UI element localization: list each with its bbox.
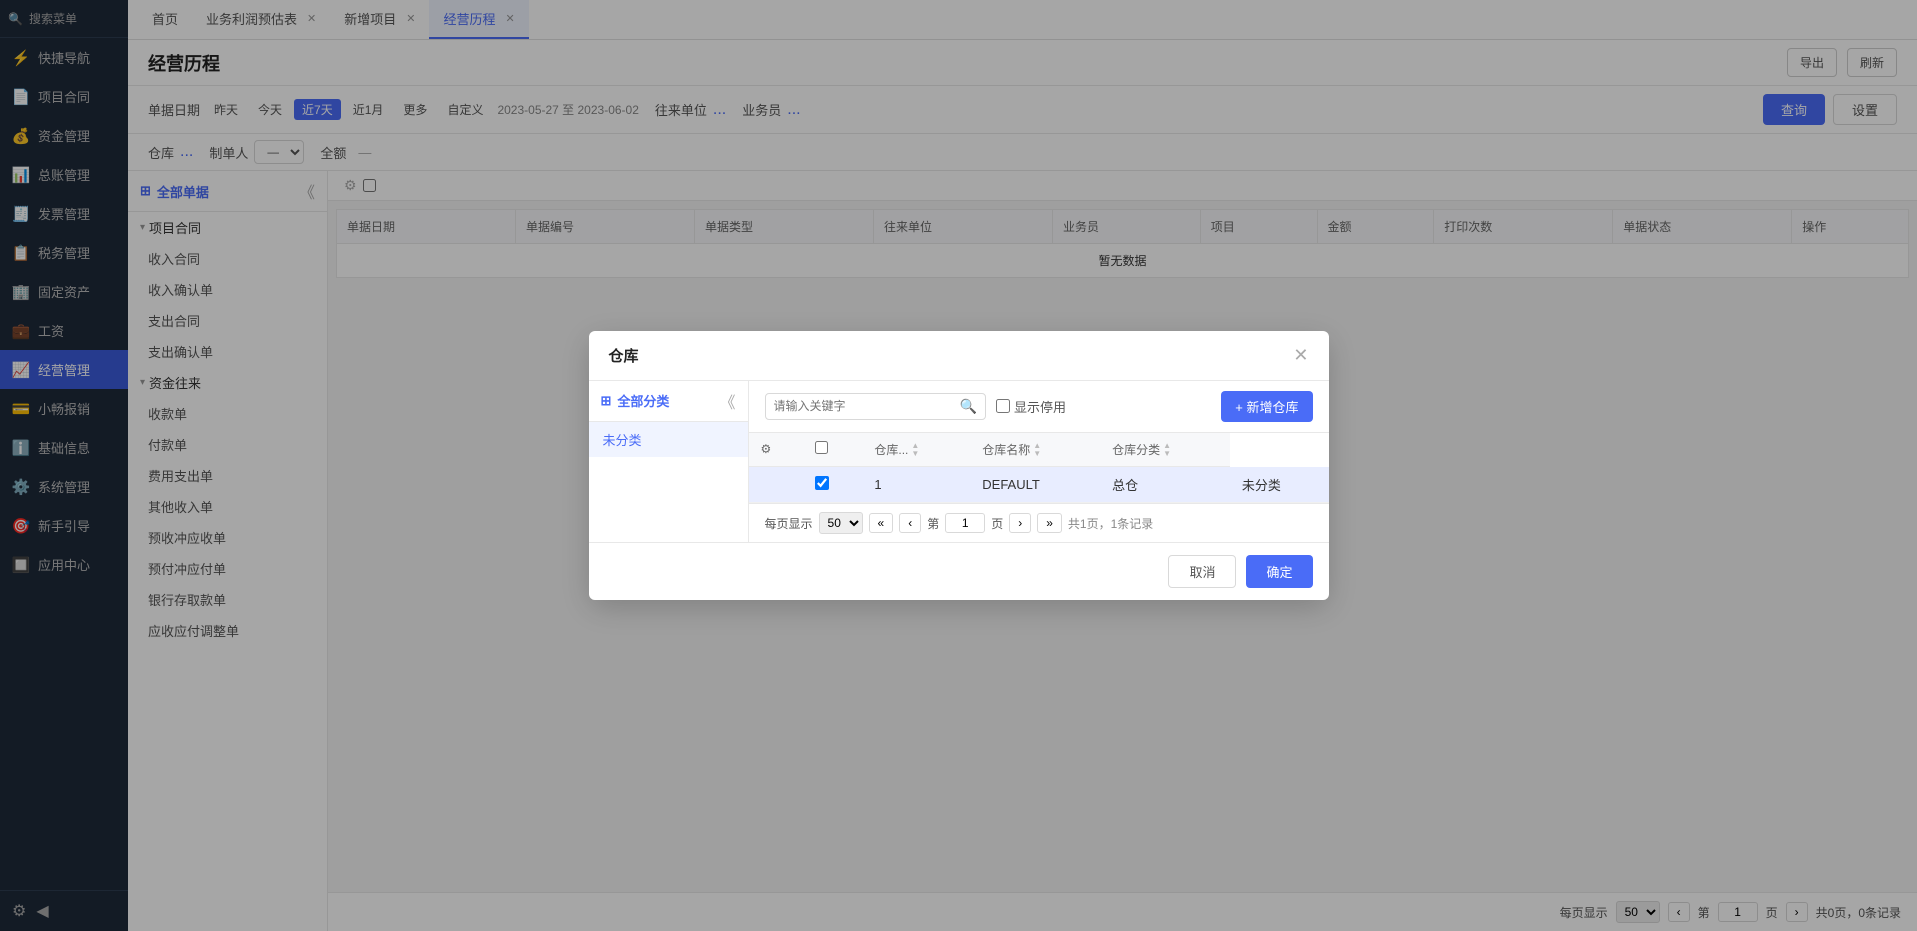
modal-actions: 取消 确定 [589, 542, 1329, 600]
modal-toolbar: 🔍 显示停用 + 新增仓库 [749, 381, 1329, 433]
modal-left-header: ⊞ 全部分类 《 [589, 381, 748, 422]
add-warehouse-button[interactable]: + 新增仓库 [1221, 391, 1312, 422]
show-disabled-label: 显示停用 [1014, 397, 1066, 416]
modal-left-collapse-btn[interactable]: 《 [719, 389, 735, 413]
modal-all-category: ⊞ 全部分类 [601, 391, 670, 410]
modal-close-btn[interactable]: ✕ [1293, 345, 1308, 366]
modal-pagination: 每页显示 50 « ‹ 第 页 › » 共1页，1条记录 [765, 512, 1154, 534]
modal-header: 仓库 ✕ [589, 331, 1329, 381]
row-code-cell: DEFAULT [970, 467, 1100, 503]
modal-search-input[interactable] [774, 399, 954, 413]
modal-col-checkbox [803, 433, 862, 467]
category-grid-icon: ⊞ [601, 393, 612, 409]
cancel-button[interactable]: 取消 [1168, 555, 1236, 588]
row-id-cell: 1 [862, 467, 970, 503]
modal-first-page-btn[interactable]: « [869, 513, 894, 533]
modal-category-item[interactable]: 未分类 [589, 422, 748, 457]
modal-next-page-btn[interactable]: › [1009, 513, 1031, 533]
modal-prev-page-btn[interactable]: ‹ [899, 513, 921, 533]
row-name-cell: 总仓 [1100, 467, 1230, 503]
modal-page-label: 第 [927, 515, 939, 532]
modal-search-icon: 🔍 [960, 398, 977, 415]
sort-icon: ▲▼ [911, 442, 919, 458]
row-gear-cell [749, 467, 803, 503]
row-category-cell: 未分类 [1230, 467, 1329, 503]
modal-page-suffix: 页 [991, 515, 1003, 532]
modal-table-row[interactable]: 1 DEFAULT 总仓 未分类 [749, 467, 1329, 503]
modal-col-code[interactable]: 仓库...▲▼ [862, 433, 970, 467]
modal-col-settings: ⚙ [749, 433, 803, 467]
row-checkbox[interactable] [815, 476, 829, 490]
show-disabled-checkbox[interactable] [996, 399, 1010, 413]
modal-left-items: 未分类 [589, 422, 748, 457]
sort-icon: ▲▼ [1163, 442, 1171, 458]
sort-icon: ▲▼ [1033, 442, 1041, 458]
modal-col-name[interactable]: 仓库名称▲▼ [970, 433, 1100, 467]
modal-table: ⚙ 仓库...▲▼仓库名称▲▼仓库分类▲▼ 1 DEFAULT 总仓 未分类 [749, 433, 1329, 504]
confirm-button[interactable]: 确定 [1246, 555, 1312, 588]
modal-overlay: 仓库 ✕ ⊞ 全部分类 《 未分类 [0, 0, 1917, 931]
modal-title: 仓库 [609, 345, 639, 366]
modal-per-page-label: 每页显示 [765, 515, 813, 532]
modal-footer: 每页显示 50 « ‹ 第 页 › » 共1页，1条记录 [749, 503, 1329, 542]
modal-last-page-btn[interactable]: » [1037, 513, 1062, 533]
modal-left-panel: ⊞ 全部分类 《 未分类 [589, 381, 749, 543]
all-category-label: 全部分类 [617, 391, 669, 410]
modal-page-input[interactable] [945, 513, 985, 533]
modal-col-gear-icon[interactable]: ⚙ [761, 442, 772, 456]
show-disabled-container: 显示停用 [996, 397, 1066, 416]
modal-per-page-select[interactable]: 50 [819, 512, 863, 534]
modal-right-panel: 🔍 显示停用 + 新增仓库 ⚙ 仓库...▲▼仓库名称▲▼仓库分类▲▼ [749, 381, 1329, 543]
modal-col-category[interactable]: 仓库分类▲▼ [1100, 433, 1230, 467]
warehouse-modal: 仓库 ✕ ⊞ 全部分类 《 未分类 [589, 331, 1329, 601]
modal-search-box: 🔍 [765, 393, 986, 420]
modal-body: ⊞ 全部分类 《 未分类 🔍 [589, 381, 1329, 543]
modal-table-wrapper: ⚙ 仓库...▲▼仓库名称▲▼仓库分类▲▼ 1 DEFAULT 总仓 未分类 [749, 433, 1329, 504]
modal-select-all[interactable] [815, 441, 828, 454]
row-checkbox-cell[interactable] [803, 467, 862, 503]
modal-total-records: 共1页，1条记录 [1068, 515, 1153, 532]
